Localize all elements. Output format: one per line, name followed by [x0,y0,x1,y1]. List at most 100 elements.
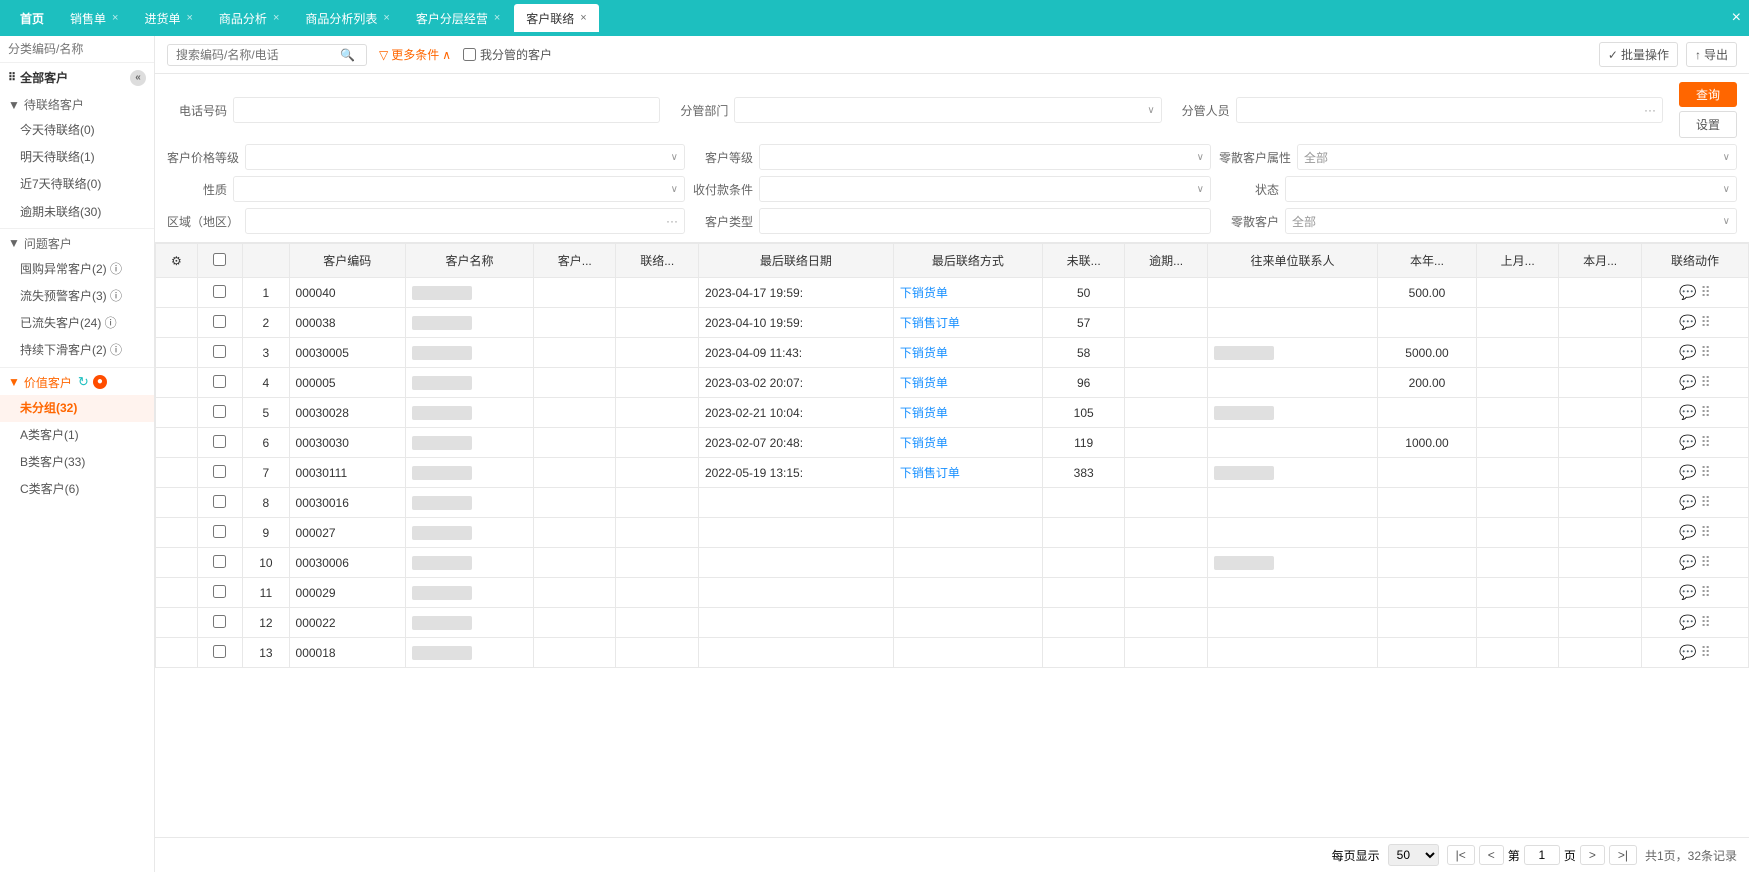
filter-search-box[interactable]: 🔍 [167,44,367,66]
filter-search-icon[interactable]: 🔍 [340,48,355,62]
close-analysis-icon[interactable]: × [273,12,279,24]
sidebar-item-warn[interactable]: 流失预警客户(3) ⓘ [0,283,154,310]
chat-icon[interactable]: 💬 [1679,404,1696,421]
next-page-btn[interactable]: > [1580,845,1605,865]
close-sales-icon[interactable]: × [112,12,118,24]
refresh-icon[interactable]: ↻ [78,374,89,390]
close-customer-contact-icon[interactable]: × [580,12,586,24]
contact-link[interactable]: 下销货单 [900,436,948,450]
col-last-contact-date[interactable]: 最后联络日期 [698,244,893,278]
page-size-select[interactable]: 50 100 200 [1388,844,1439,866]
sidebar-search-bar[interactable]: 🔍 [0,36,154,63]
grid-action-icon[interactable]: ⠿ [1701,644,1711,661]
prev-page-btn[interactable]: < [1479,845,1504,865]
my-customers-checkbox[interactable]: 我分管的客户 [463,46,552,63]
sidebar-item-abnormal[interactable]: 囤购异常客户(2) ⓘ [0,256,154,283]
row-checkbox[interactable] [197,578,243,608]
row-checkbox[interactable] [197,638,243,668]
row-last-contact-way[interactable] [893,638,1042,668]
row-checkbox[interactable] [197,518,243,548]
col-code[interactable]: 客户编码 [289,244,405,278]
row-checkbox[interactable] [197,608,243,638]
col-last-month[interactable]: 上月... [1476,244,1558,278]
row-checkbox[interactable] [197,368,243,398]
chat-icon[interactable]: 💬 [1679,644,1696,661]
row-last-contact-way[interactable]: 下销货单 [893,428,1042,458]
grid-action-icon[interactable]: ⠿ [1701,614,1711,631]
contact-link[interactable]: 下销售订单 [900,466,960,480]
contact-link[interactable]: 下销货单 [900,376,948,390]
col-this-year[interactable]: 本年... [1378,244,1477,278]
col-not-contact[interactable]: 未联... [1042,244,1124,278]
chat-icon[interactable]: 💬 [1679,554,1696,571]
sidebar-item-week[interactable]: 近7天待联络(0) [0,171,154,198]
chat-icon[interactable]: 💬 [1679,584,1696,601]
close-analysis-list-icon[interactable]: × [383,12,389,24]
field-scatter-input[interactable]: 全部∨ [1285,208,1737,234]
col-settings[interactable]: ⚙ [156,244,198,278]
contact-link[interactable]: 下销货单 [900,286,948,300]
page-input[interactable] [1524,845,1560,865]
all-customers-header[interactable]: ⠿ 全部客户 « [0,63,154,92]
row-last-contact-way[interactable]: 下销货单 [893,368,1042,398]
grid-action-icon[interactable]: ⠿ [1701,374,1711,391]
sidebar-group-value[interactable]: ▼ 价值客户 ↻ ● [0,370,154,395]
row-checkbox[interactable] [197,278,243,308]
field-person-input[interactable]: ··· [1236,97,1663,123]
chat-icon[interactable]: 💬 [1679,614,1696,631]
tab-customer-contact[interactable]: 客户联络 × [514,4,598,32]
export-btn[interactable]: ↑ 导出 [1686,42,1737,67]
tab-analysis[interactable]: 商品分析 × [207,4,291,32]
field-region-input[interactable]: ··· [245,208,685,234]
field-attr-input[interactable]: 全部∨ [1297,144,1737,170]
row-last-contact-way[interactable]: 下销货单 [893,398,1042,428]
grid-action-icon[interactable]: ⠿ [1701,554,1711,571]
chat-icon[interactable]: 💬 [1679,524,1696,541]
field-cust-level-input[interactable]: ∨ [759,144,1211,170]
tab-home[interactable]: 首页 [8,4,56,32]
row-last-contact-way[interactable] [893,518,1042,548]
filter-search-input[interactable] [176,48,336,62]
grid-action-icon[interactable]: ⠿ [1701,344,1711,361]
sidebar-item-lost[interactable]: 已流失客户(24) ⓘ [0,310,154,337]
sidebar-item-typeC[interactable]: C类客户(6) [0,476,154,503]
row-checkbox[interactable] [197,428,243,458]
field-status-input[interactable]: ∨ [1285,176,1737,202]
reset-btn[interactable]: 设置 [1679,111,1737,138]
close-customer-layer-icon[interactable]: × [494,12,500,24]
field-phone-input[interactable] [233,97,660,123]
sidebar-item-ungroup[interactable]: 未分组(32) [0,395,154,422]
row-checkbox[interactable] [197,458,243,488]
row-last-contact-way[interactable] [893,488,1042,518]
chat-icon[interactable]: 💬 [1679,494,1696,511]
grid-action-icon[interactable]: ⠿ [1701,314,1711,331]
tab-customer-layer[interactable]: 客户分层经营 × [404,4,512,32]
sidebar-search-input[interactable] [8,42,155,56]
sidebar-item-tomorrow[interactable]: 明天待联络(1) [0,144,154,171]
field-payment-input[interactable]: ∨ [759,176,1211,202]
row-last-contact-way[interactable]: 下销售订单 [893,308,1042,338]
sidebar-item-typeB[interactable]: B类客户(33) [0,449,154,476]
grid-action-icon[interactable]: ⠿ [1701,584,1711,601]
query-btn[interactable]: 查询 [1679,82,1737,107]
sidebar-item-decline[interactable]: 持续下滑客户(2) ⓘ [0,337,154,364]
col-checkbox[interactable] [197,244,243,278]
batch-op-btn[interactable]: ✓ 批量操作 [1599,42,1678,67]
col-this-month[interactable]: 本月... [1559,244,1641,278]
tab-analysis-list[interactable]: 商品分析列表 × [293,4,401,32]
field-dept-input[interactable]: ∨ [734,97,1161,123]
settings-gear-icon[interactable]: ⚙ [171,254,182,268]
contact-link[interactable]: 下销货单 [900,406,948,420]
grid-action-icon[interactable]: ⠿ [1701,404,1711,421]
collapse-sidebar-btn[interactable]: « [130,70,146,86]
row-last-contact-way[interactable] [893,548,1042,578]
field-nature-input[interactable]: ∨ [233,176,685,202]
sidebar-item-overdue[interactable]: 逾期未联络(30) [0,199,154,226]
contact-link[interactable]: 下销售订单 [900,316,960,330]
sidebar-group-pending[interactable]: ▼ 待联络客户 [0,92,154,117]
first-page-btn[interactable]: |< [1447,845,1475,865]
col-name[interactable]: 客户名称 [405,244,533,278]
chat-icon[interactable]: 💬 [1679,284,1696,301]
row-last-contact-way[interactable]: 下销货单 [893,278,1042,308]
contact-link[interactable]: 下销货单 [900,346,948,360]
